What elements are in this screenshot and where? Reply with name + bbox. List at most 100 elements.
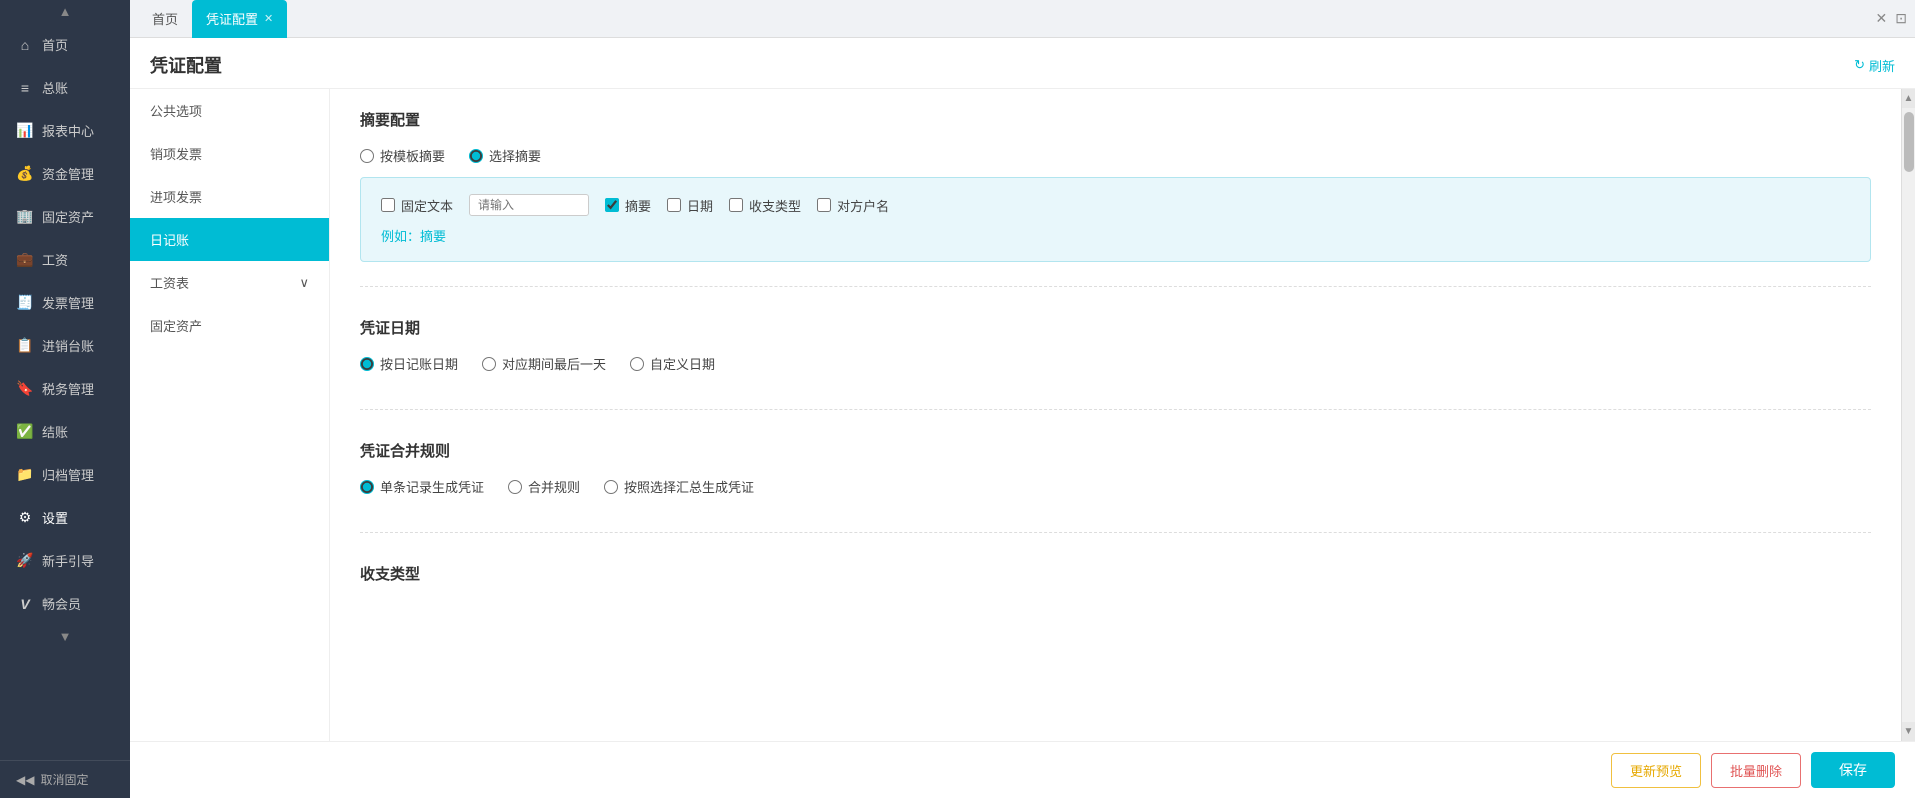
radio-single[interactable]: 单条记录生成凭证 <box>360 477 484 496</box>
tab-home[interactable]: 首页 <box>138 0 192 38</box>
merge-rules-radio-row: 单条记录生成凭证 合并规则 按照选择汇总生成凭证 <box>360 477 1871 496</box>
checkbox-counterpart[interactable]: 对方户名 <box>817 196 889 215</box>
radio-custom-date-label: 自定义日期 <box>650 354 715 373</box>
scroll-thumb[interactable] <box>1904 112 1914 172</box>
radio-by-journal-label: 按日记账日期 <box>380 354 458 373</box>
radio-select-summary[interactable]: 选择摘要 <box>469 146 541 165</box>
sidebar-item-vip[interactable]: V 畅会员 <box>0 582 130 625</box>
nav-label-diary: 日记账 <box>150 230 189 249</box>
close-window-icon[interactable]: ✕ <box>1876 10 1888 27</box>
sidebar-item-settle[interactable]: ✅ 结账 <box>0 410 130 453</box>
radio-select-input[interactable] <box>469 149 483 163</box>
nav-item-public[interactable]: 公共选项 <box>130 89 329 132</box>
sidebar-scroll-down[interactable]: ▼ <box>0 625 130 648</box>
nav-label-sales-invoice: 销项发票 <box>150 144 202 163</box>
maximize-window-icon[interactable]: ⊡ <box>1895 10 1907 27</box>
sidebar-scroll-up[interactable]: ▲ <box>0 0 130 23</box>
receipt-type-title: 收支类型 <box>360 563 1871 584</box>
nav-label-purchase-invoice: 进项发票 <box>150 187 202 206</box>
settle-icon: ✅ <box>16 423 34 440</box>
summary-config-title: 摘要配置 <box>360 109 1871 130</box>
nav-label-payroll: 工资表 <box>150 273 189 292</box>
refresh-label: 刷新 <box>1869 56 1895 75</box>
nav-item-payroll[interactable]: 工资表 ∨ <box>130 261 329 304</box>
sidebar-item-sales-ledger[interactable]: 📋 进销台账 <box>0 324 130 367</box>
sidebar-label-invoice-mgmt: 发票管理 <box>42 293 94 312</box>
radio-last-day-label: 对应期间最后一天 <box>502 354 606 373</box>
sidebar-item-settings[interactable]: ⚙ 设置 <box>0 496 130 539</box>
radio-by-selection-label: 按照选择汇总生成凭证 <box>624 477 754 496</box>
sidebar-item-salary[interactable]: 💼 工资 <box>0 238 130 281</box>
radio-last-day-input[interactable] <box>482 357 496 371</box>
body-layout: 公共选项 销项发票 进项发票 日记账 工资表 ∨ 固定资产 <box>130 89 1915 741</box>
tab-voucher-config[interactable]: 凭证配置 ✕ <box>192 0 287 38</box>
checkbox-income-type[interactable]: 收支类型 <box>729 196 801 215</box>
checkbox-date-input[interactable] <box>667 198 681 212</box>
scrollbar-track: ▲ ▼ <box>1901 89 1915 741</box>
nav-item-sales-invoice[interactable]: 销项发票 <box>130 132 329 175</box>
radio-by-selection[interactable]: 按照选择汇总生成凭证 <box>604 477 754 496</box>
radio-template-input[interactable] <box>360 149 374 163</box>
radio-by-selection-input[interactable] <box>604 480 618 494</box>
batch-delete-button[interactable]: 批量删除 <box>1711 753 1801 788</box>
sidebar-unpin-label: 取消固定 <box>40 771 88 788</box>
sidebar-item-invoice-mgmt[interactable]: 🧾 发票管理 <box>0 281 130 324</box>
page-title: 凭证配置 <box>150 52 222 78</box>
radio-single-label: 单条记录生成凭证 <box>380 477 484 496</box>
radio-last-day[interactable]: 对应期间最后一天 <box>482 354 606 373</box>
nav-item-purchase-invoice[interactable]: 进项发票 <box>130 175 329 218</box>
radio-by-journal[interactable]: 按日记账日期 <box>360 354 458 373</box>
nav-label-fixed-assets: 固定资产 <box>150 316 202 335</box>
sidebar-label-settle: 结账 <box>42 422 68 441</box>
radio-merge-input[interactable] <box>508 480 522 494</box>
sidebar-item-home[interactable]: ⌂ 首页 <box>0 23 130 66</box>
checkbox-counterpart-input[interactable] <box>817 198 831 212</box>
radio-single-input[interactable] <box>360 480 374 494</box>
checkbox-date[interactable]: 日期 <box>667 196 713 215</box>
radio-custom-date[interactable]: 自定义日期 <box>630 354 715 373</box>
invoice-mgmt-icon: 🧾 <box>16 294 34 311</box>
chevron-down-icon: ∨ <box>299 275 309 291</box>
sidebar-label-sales-ledger: 进销台账 <box>42 336 94 355</box>
refresh-icon: ↻ <box>1854 57 1865 73</box>
checkbox-fixed-text[interactable]: 固定文本 <box>381 196 453 215</box>
refresh-button[interactable]: ↻ 刷新 <box>1854 56 1895 75</box>
radio-custom-date-input[interactable] <box>630 357 644 371</box>
checkbox-row: 固定文本 摘要 日期 <box>381 194 1850 216</box>
checkbox-summary[interactable]: 摘要 <box>605 196 651 215</box>
fixed-text-input[interactable] <box>469 194 589 216</box>
sidebar-item-ledger[interactable]: ≡ 总账 <box>0 66 130 109</box>
scroll-up-arrow[interactable]: ▲ <box>1902 89 1915 108</box>
merge-rules-title: 凭证合并规则 <box>360 440 1871 461</box>
checkbox-summary-input[interactable] <box>605 198 619 212</box>
sidebar-label-home: 首页 <box>42 35 68 54</box>
archive-icon: 📁 <box>16 466 34 483</box>
save-button[interactable]: 保存 <box>1811 752 1895 788</box>
tab-home-label: 首页 <box>152 9 178 28</box>
tab-close-icon[interactable]: ✕ <box>264 12 273 25</box>
radio-merge[interactable]: 合并规则 <box>508 477 580 496</box>
sidebar-item-assets[interactable]: 🏢 固定资产 <box>0 195 130 238</box>
checkbox-date-label: 日期 <box>687 196 713 215</box>
sidebar-item-guide[interactable]: 🚀 新手引导 <box>0 539 130 582</box>
nav-item-diary[interactable]: 日记账 <box>130 218 329 261</box>
settings-icon: ⚙ <box>16 509 34 526</box>
sidebar-item-funds[interactable]: 💰 资金管理 <box>0 152 130 195</box>
sidebar-item-tax[interactable]: 🔖 税务管理 <box>0 367 130 410</box>
update-preview-button[interactable]: 更新预览 <box>1611 753 1701 788</box>
checkbox-fixed-text-input[interactable] <box>381 198 395 212</box>
sidebar-unpin[interactable]: ◀◀ 取消固定 <box>0 760 130 798</box>
checkbox-income-type-input[interactable] <box>729 198 743 212</box>
checkbox-summary-label: 摘要 <box>625 196 651 215</box>
sidebar-item-reports[interactable]: 📊 报表中心 <box>0 109 130 152</box>
radio-by-journal-input[interactable] <box>360 357 374 371</box>
summary-radio-row: 按模板摘要 选择摘要 <box>360 146 1871 165</box>
sidebar-item-archive[interactable]: 📁 归档管理 <box>0 453 130 496</box>
bottom-bar: 更新预览 批量删除 保存 <box>130 741 1915 798</box>
radio-template-summary[interactable]: 按模板摘要 <box>360 146 445 165</box>
radio-select-label: 选择摘要 <box>489 146 541 165</box>
nav-item-fixed-assets[interactable]: 固定资产 <box>130 304 329 347</box>
scroll-down-arrow[interactable]: ▼ <box>1902 722 1915 741</box>
page-header: 凭证配置 ↻ 刷新 <box>130 38 1915 89</box>
main-area: 首页 凭证配置 ✕ ✕ ⊡ 凭证配置 ↻ 刷新 公共选项 <box>130 0 1915 798</box>
